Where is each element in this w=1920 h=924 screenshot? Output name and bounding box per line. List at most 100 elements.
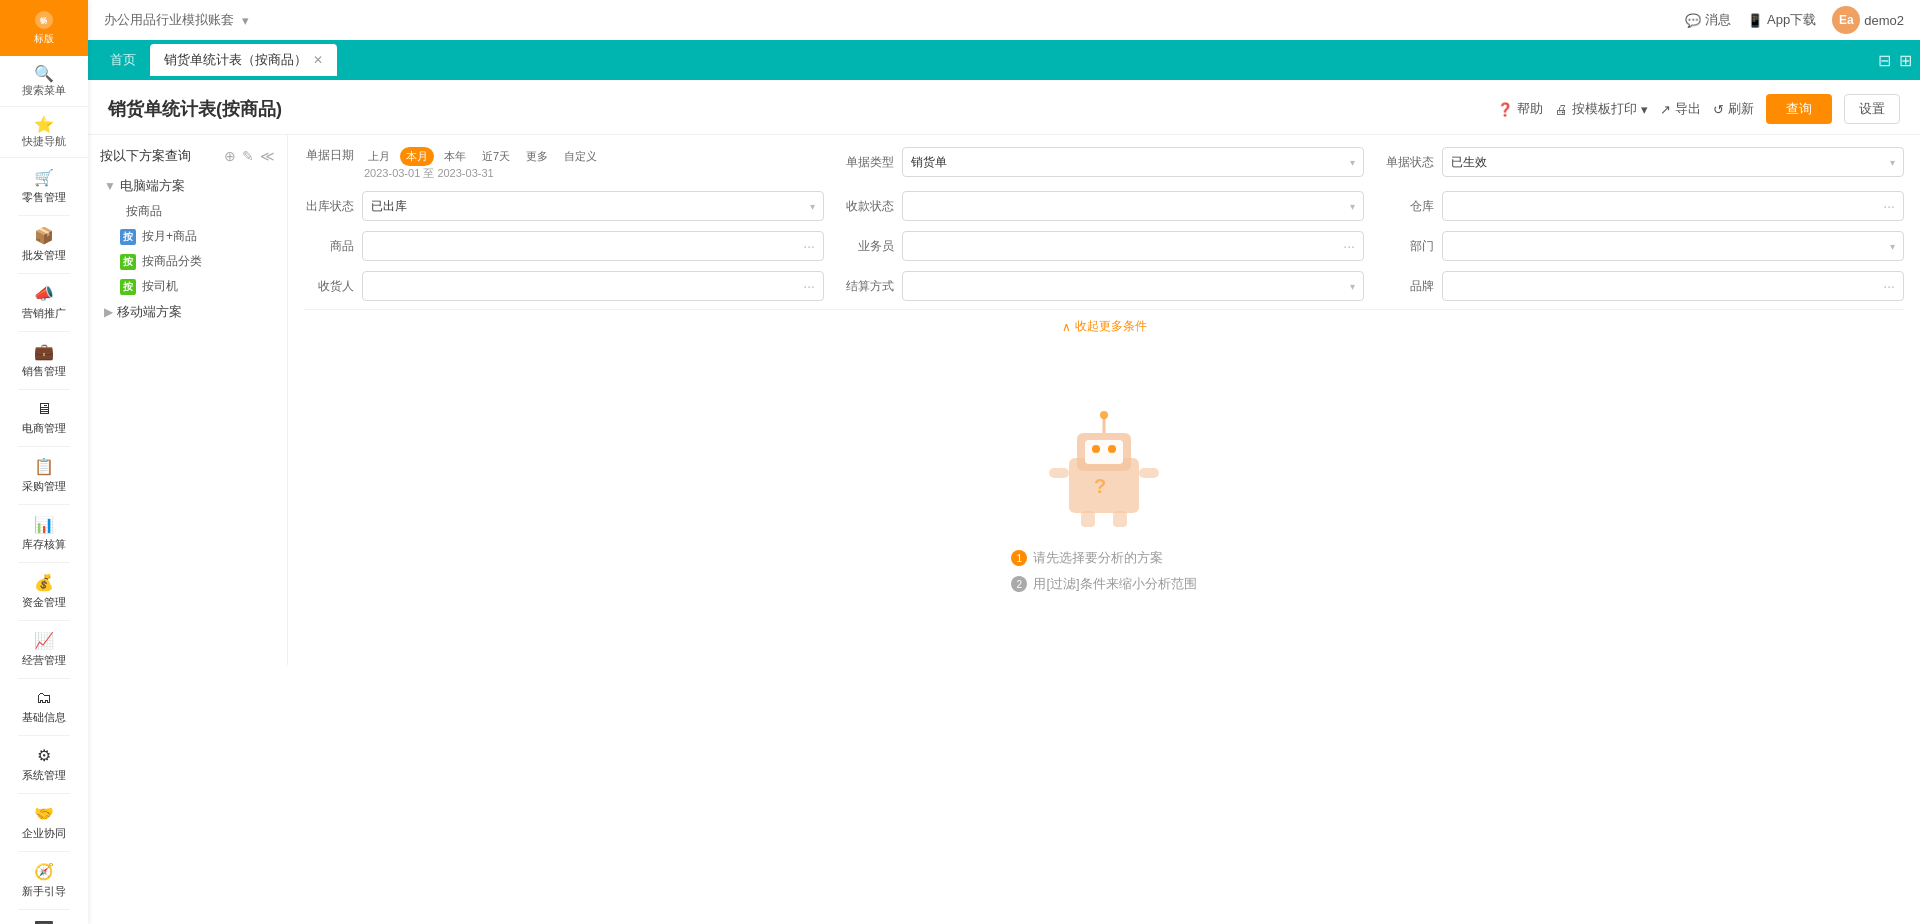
date-tab-custom[interactable]: 自定义: [558, 147, 603, 166]
tab-minimize-icon[interactable]: ⊟: [1878, 51, 1891, 70]
doc-type-control[interactable]: 销货单 ▾: [902, 147, 1364, 177]
date-label: 单据日期: [304, 147, 354, 164]
sidebar-item-operation[interactable]: 📈 经营管理: [18, 621, 70, 679]
settlement-control[interactable]: ▾: [902, 271, 1364, 301]
inventory-icon: 📊: [34, 515, 54, 534]
filter-row-2: 出库状态 已出库 ▾ 收款状态 ▾: [304, 191, 1904, 221]
out-status-label: 出库状态: [304, 198, 354, 215]
action-refresh[interactable]: ↺ 刷新: [1713, 100, 1754, 118]
brand-label: 品牌: [1384, 278, 1434, 295]
help-label: 帮助: [1517, 100, 1543, 118]
sidebar-search-label: 搜索菜单: [4, 83, 84, 98]
tab-maximize-icon[interactable]: ⊞: [1899, 51, 1912, 70]
sidebar-item-basic[interactable]: 🗂 基础信息: [18, 679, 70, 736]
pay-status-control[interactable]: ▾: [902, 191, 1364, 221]
sidebar-item-guide[interactable]: 🧭 新手引导: [18, 852, 70, 910]
action-help[interactable]: ❓ 帮助: [1497, 100, 1543, 118]
print-icon: 🖨: [1555, 102, 1568, 117]
sidebar-item-ecommerce[interactable]: 🖥 电商管理: [18, 390, 70, 447]
top-nav-app-download[interactable]: 📱 App下载: [1747, 11, 1816, 29]
print-arrow: ▾: [1641, 102, 1648, 117]
salesperson-control[interactable]: ···: [902, 231, 1364, 261]
top-nav: 办公用品行业模拟账套 ▾ 💬 消息 📱 App下载 Ea demo2: [88, 0, 1920, 40]
left-panel: 按以下方案查询 ⊕ ✎ ≪ ▼ 电脑端方案: [88, 135, 288, 665]
edit-scheme-icon[interactable]: ✎: [242, 148, 254, 164]
doc-status-value: 已生效: [1451, 154, 1886, 171]
action-export[interactable]: ↗ 导出: [1660, 100, 1701, 118]
tab-sales-stat-close[interactable]: ✕: [313, 53, 323, 67]
sidebar-item-enterprise[interactable]: 🤝 企业协同: [18, 794, 70, 852]
department-control[interactable]: ▾: [1442, 231, 1904, 261]
recipient-control[interactable]: ···: [362, 271, 824, 301]
empty-state: ? 1 请先选择要分析的方案 2 用[过滤]条件来缩小分析范围: [304, 343, 1904, 653]
filter-settlement: 结算方式 ▾: [844, 271, 1364, 301]
date-tab-last7[interactable]: 近7天: [476, 147, 516, 166]
doc-status-control[interactable]: 已生效 ▾: [1442, 147, 1904, 177]
top-nav-user[interactable]: Ea demo2: [1832, 6, 1904, 34]
tab-actions: ⊟ ⊞: [1878, 51, 1912, 70]
sidebar-item-sales[interactable]: 💼 销售管理: [18, 332, 70, 390]
page-title: 销货单统计表(按商品): [108, 97, 282, 121]
tree-item-by-month-product[interactable]: 按 按月+商品: [112, 224, 279, 249]
brand-control[interactable]: ···: [1442, 271, 1904, 301]
sidebar-item-marketing[interactable]: 📣 营销推广: [18, 274, 70, 332]
svg-rect-9: [1049, 468, 1069, 478]
query-button[interactable]: 查询: [1766, 94, 1832, 124]
tree-item-by-product[interactable]: 按商品: [112, 199, 279, 224]
basic-icon: 🗂: [36, 689, 52, 707]
tree-item-by-product-category[interactable]: 按 按商品分类: [112, 249, 279, 274]
user-avatar-text: Ea: [1839, 13, 1854, 27]
action-template-print[interactable]: 🖨 按模板打印 ▾: [1555, 100, 1648, 118]
date-tab-more[interactable]: 更多: [520, 147, 554, 166]
collapse-arrow-icon: ∧: [1062, 320, 1071, 334]
warehouse-control[interactable]: ···: [1442, 191, 1904, 221]
finance-icon: 💰: [34, 573, 54, 592]
add-scheme-icon[interactable]: ⊕: [224, 148, 236, 164]
collapse-panel-icon[interactable]: ≪: [260, 148, 275, 164]
setting-button[interactable]: 设置: [1844, 94, 1900, 124]
guide-label: 新手引导: [22, 884, 66, 899]
salesperson-label: 业务员: [844, 238, 894, 255]
sidebar-shortcut-button[interactable]: ⭐ 快捷导航: [0, 107, 88, 158]
top-nav-left: 办公用品行业模拟账套 ▾: [104, 11, 249, 29]
out-status-value: 已出库: [371, 198, 806, 215]
brand-dots: ···: [1883, 278, 1895, 294]
sidebar-item-inventory[interactable]: 📊 库存核算: [18, 505, 70, 563]
marketing-label: 营销推广: [22, 306, 66, 321]
sidebar-item-wholesale[interactable]: 📦 批发管理: [18, 216, 70, 274]
sidebar-item-system[interactable]: ⚙ 系统管理: [18, 736, 70, 794]
top-nav-dropdown-arrow[interactable]: ▾: [242, 13, 249, 28]
filter-doc-type: 单据类型 销货单 ▾: [844, 147, 1364, 177]
sidebar-search-button[interactable]: 🔍 搜索菜单: [0, 56, 88, 107]
tree-node-mobile[interactable]: ▶ 移动端方案: [96, 299, 279, 325]
date-tab-last-month[interactable]: 上月: [362, 147, 396, 166]
sidebar-logo: 畅 标版: [0, 0, 88, 56]
tab-home[interactable]: 首页: [96, 44, 150, 76]
right-panel: 单据日期 上月 本月 本年 近7天 更多 自定义 20: [288, 135, 1920, 665]
out-status-control[interactable]: 已出库 ▾: [362, 191, 824, 221]
svg-point-6: [1108, 445, 1116, 453]
sidebar-item-retail[interactable]: 🛒 零售管理: [18, 158, 70, 216]
collapse-bar[interactable]: ∧ 收起更多条件: [304, 309, 1904, 343]
product-control[interactable]: ···: [362, 231, 824, 261]
svg-rect-4: [1085, 440, 1123, 464]
department-arrow: ▾: [1890, 241, 1895, 252]
marketing-icon: 📣: [34, 284, 54, 303]
tree-node-desktop[interactable]: ▼ 电脑端方案: [96, 173, 279, 199]
filter-doc-status: 单据状态 已生效 ▾: [1384, 147, 1904, 177]
top-nav-message[interactable]: 💬 消息: [1685, 11, 1731, 29]
sidebar-item-purchase[interactable]: 📋 采购管理: [18, 447, 70, 505]
top-nav-title: 办公用品行业模拟账套: [104, 11, 234, 29]
system-icon: ⚙: [37, 746, 51, 765]
sidebar-item-finance[interactable]: 💰 资金管理: [18, 563, 70, 621]
enterprise-icon: 🤝: [34, 804, 54, 823]
date-tab-this-month[interactable]: 本月: [400, 147, 434, 166]
doc-status-arrow: ▾: [1890, 157, 1895, 168]
tab-sales-stat[interactable]: 销货单统计表（按商品） ✕: [150, 44, 337, 76]
wholesale-label: 批发管理: [22, 248, 66, 263]
svg-rect-10: [1139, 468, 1159, 478]
tree-item-by-cashier[interactable]: 按 按司机: [112, 274, 279, 299]
date-tab-this-year[interactable]: 本年: [438, 147, 472, 166]
filter-pay-status: 收款状态 ▾: [844, 191, 1364, 221]
sidebar-item-apps[interactable]: 🔲 应用中心: [18, 910, 70, 924]
